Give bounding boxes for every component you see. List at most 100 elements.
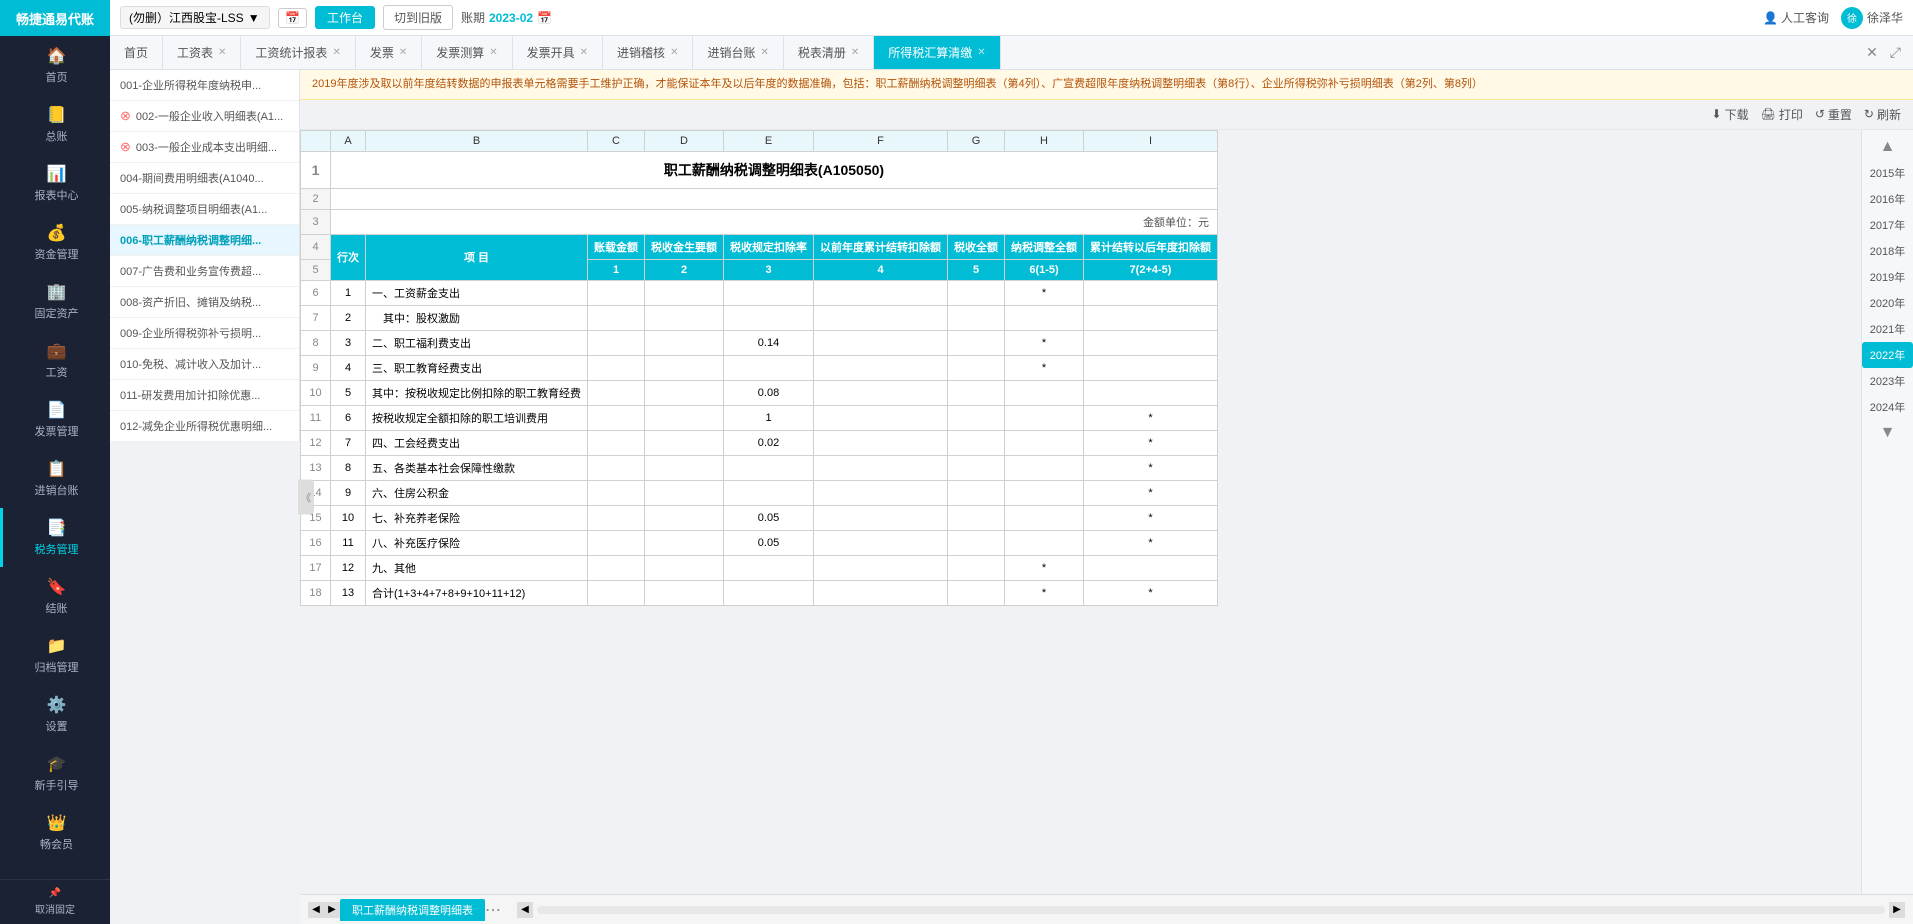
hscroll-left[interactable]: ◀ bbox=[517, 902, 533, 918]
close-tab-income-tax[interactable]: ✕ bbox=[977, 47, 985, 58]
left-panel-wrapper: 001-企业所得税年度纳税申... ⊗ 002-一般企业收入明细表(A1... … bbox=[110, 70, 300, 924]
close-tab-invoice[interactable]: ✕ bbox=[399, 47, 407, 58]
left-panel-item-008[interactable]: 008-资产折旧、摊销及纳税... bbox=[110, 287, 299, 318]
close-tab-invoice-issue[interactable]: ✕ bbox=[580, 47, 588, 58]
header-row-1: 4 行次 项 目 账载金额 税收金生要额 税收规定扣除率 以前年度累计结转扣除额… bbox=[301, 234, 1218, 259]
sidebar-item-reports[interactable]: 📊 报表中心 bbox=[0, 154, 110, 213]
tab-check[interactable]: 进销稽核 ✕ bbox=[603, 36, 693, 70]
sidebar-item-salary[interactable]: 💼 工资 bbox=[0, 331, 110, 390]
workspace-btn[interactable]: 工作台 bbox=[315, 6, 375, 29]
sheet-options-btn[interactable]: ⋯ bbox=[485, 900, 501, 920]
table-row: 13 8 五、各类基本社会保障性缴款 * bbox=[301, 455, 1218, 480]
table-wrapper[interactable]: A B C D E F G H I bbox=[300, 130, 1861, 895]
left-panel-item-005[interactable]: 005-纳税调整项目明细表(A1... bbox=[110, 194, 299, 225]
year-2018[interactable]: 2018年 bbox=[1862, 238, 1913, 264]
tab-home[interactable]: 首页 bbox=[110, 36, 163, 70]
sidebar-item-assets[interactable]: 🏢 固定资产 bbox=[0, 272, 110, 331]
left-panel-item-010[interactable]: 010-免税、减计收入及加计... bbox=[110, 349, 299, 380]
left-panel-item-009[interactable]: 009-企业所得税弥补亏损明... bbox=[110, 318, 299, 349]
hscroll-right[interactable]: ▶ bbox=[1889, 902, 1905, 918]
sheet-scroll-left[interactable]: ◀ bbox=[308, 902, 324, 918]
close-tab-salary[interactable]: ✕ bbox=[218, 47, 226, 58]
left-panel-item-011[interactable]: 011-研发费用加计扣除优惠... bbox=[110, 380, 299, 411]
sidebar-item-sales[interactable]: 📋 进销台账 bbox=[0, 449, 110, 508]
tab-invoice[interactable]: 发票 ✕ bbox=[356, 36, 422, 70]
sidebar-item-home[interactable]: 🏠 首页 bbox=[0, 36, 110, 95]
company-selector[interactable]: (勿删）江西股宝-LSS ▼ bbox=[120, 6, 270, 29]
service-btn[interactable]: 👤 人工客询 bbox=[1763, 9, 1829, 26]
year-2017[interactable]: 2017年 bbox=[1862, 212, 1913, 238]
year-2019[interactable]: 2019年 bbox=[1862, 264, 1913, 290]
left-panel-item-001[interactable]: 001-企业所得税年度纳税申... bbox=[110, 70, 299, 101]
switch-btn[interactable]: 切到旧版 bbox=[383, 5, 453, 30]
reset-icon: ↺ bbox=[1815, 107, 1825, 121]
left-panel-item-006[interactable]: 006-职工薪酬纳税调整明细... bbox=[110, 225, 299, 256]
print-btn[interactable]: 🖨 打印 bbox=[1761, 106, 1803, 123]
close-tab-check[interactable]: ✕ bbox=[670, 47, 678, 58]
bottom-sheet-tab[interactable]: 职工薪酬纳税调整明细表 bbox=[340, 899, 485, 921]
year-nav-down[interactable]: ▼ bbox=[1876, 420, 1900, 446]
sidebar-item-settings[interactable]: ⚙️ 设置 bbox=[0, 685, 110, 744]
collapse-panel-btn[interactable]: 《 bbox=[298, 480, 314, 515]
refresh-icon: ↻ bbox=[1864, 107, 1874, 121]
close-tab-salary-report[interactable]: ✕ bbox=[332, 47, 340, 58]
left-panel-item-004[interactable]: 004-期间费用明细表(A1040... bbox=[110, 163, 299, 194]
year-2024[interactable]: 2024年 bbox=[1862, 394, 1913, 420]
left-panel-item-003[interactable]: ⊗ 003-一般企业成本支出明细... bbox=[110, 132, 299, 163]
avatar: 徐 bbox=[1841, 7, 1863, 29]
sub-col-6: 6(1-5) bbox=[1005, 259, 1084, 280]
refresh-btn[interactable]: ↻ 刷新 bbox=[1864, 106, 1901, 123]
year-2021[interactable]: 2021年 bbox=[1862, 316, 1913, 342]
tab-invoice-issue[interactable]: 发票开具 ✕ bbox=[513, 36, 603, 70]
row-3: 3 金额单位：元 bbox=[301, 209, 1218, 234]
tab-invoice-calc[interactable]: 发票测算 ✕ bbox=[422, 36, 512, 70]
year-2023[interactable]: 2023年 bbox=[1862, 368, 1913, 394]
year-2016[interactable]: 2016年 bbox=[1862, 186, 1913, 212]
table-row: 15 10 七、补充养老保险 0.05 * bbox=[301, 505, 1218, 530]
year-nav-up[interactable]: ▲ bbox=[1876, 134, 1900, 160]
tab-salary[interactable]: 工资表 ✕ bbox=[163, 36, 241, 70]
maximize-tab-btn[interactable]: ⤢ bbox=[1886, 42, 1905, 63]
sidebar-item-archive[interactable]: 📁 归档管理 bbox=[0, 626, 110, 685]
error-dot-003: ⊗ bbox=[120, 139, 131, 155]
table-row: 9 4 三、职工教育经费支出 * bbox=[301, 355, 1218, 380]
download-btn[interactable]: ⬇ 下载 bbox=[1712, 106, 1749, 123]
sidebar-item-tax[interactable]: 📑 税务管理 bbox=[0, 508, 110, 567]
cancel-fixed[interactable]: 📌 取消固定 bbox=[0, 879, 110, 924]
col-header-G: G bbox=[948, 130, 1005, 151]
sidebar-item-settle[interactable]: 🔖 结账 bbox=[0, 567, 110, 626]
sheet-scroll-right[interactable]: ▶ bbox=[324, 902, 340, 918]
year-2020[interactable]: 2020年 bbox=[1862, 290, 1913, 316]
finance-icon: 💰 bbox=[47, 223, 67, 243]
left-panel-item-012[interactable]: 012-减免企业所得税优惠明细... bbox=[110, 411, 299, 442]
col-header-rownum bbox=[301, 130, 331, 151]
tab-tax-list[interactable]: 税表清册 ✕ bbox=[784, 36, 874, 70]
close-tab-tax-list[interactable]: ✕ bbox=[851, 47, 859, 58]
year-2022[interactable]: 2022年 bbox=[1862, 342, 1913, 368]
calendar-btn[interactable]: 📅 bbox=[278, 8, 307, 28]
year-2015[interactable]: 2015年 bbox=[1862, 160, 1913, 186]
tab-income-tax[interactable]: 所得税汇算清缴 ✕ bbox=[874, 36, 1000, 70]
sidebar-item-guide[interactable]: 🎓 新手引导 bbox=[0, 744, 110, 803]
sidebar-item-ledger[interactable]: 📒 总账 bbox=[0, 95, 110, 154]
ledger-icon: 📒 bbox=[47, 105, 67, 125]
tab-ledger[interactable]: 进销台账 ✕ bbox=[693, 36, 783, 70]
reset-btn[interactable]: ↺ 重置 bbox=[1815, 106, 1852, 123]
close-all-tabs-btn[interactable]: ✕ bbox=[1862, 42, 1882, 63]
sidebar-item-vip[interactable]: 👑 畅会员 bbox=[0, 803, 110, 862]
col-1-header: 账载金额 bbox=[588, 234, 645, 259]
empty-row-2 bbox=[331, 188, 1218, 209]
service-icon: 👤 bbox=[1763, 11, 1778, 25]
period-calendar-icon[interactable]: 📅 bbox=[537, 11, 552, 25]
body-area: 001-企业所得税年度纳税申... ⊗ 002-一般企业收入明细表(A1... … bbox=[110, 70, 1913, 924]
close-tab-ledger[interactable]: ✕ bbox=[760, 47, 768, 58]
sidebar-item-finance[interactable]: 💰 资金管理 bbox=[0, 213, 110, 272]
user-profile[interactable]: 徐 徐泽华 bbox=[1841, 7, 1903, 29]
sidebar-item-invoice[interactable]: 📄 发票管理 bbox=[0, 390, 110, 449]
tab-salary-report[interactable]: 工资统计报表 ✕ bbox=[241, 36, 355, 70]
main-area: 2019年度涉及取以前年度结转数据的申报表单元格需要手工维护正确，才能保证本年及… bbox=[300, 70, 1913, 924]
hscroll-track[interactable] bbox=[537, 906, 1885, 914]
left-panel-item-002[interactable]: ⊗ 002-一般企业收入明细表(A1... bbox=[110, 101, 299, 132]
close-tab-invoice-calc[interactable]: ✕ bbox=[489, 47, 497, 58]
left-panel-item-007[interactable]: 007-广告费和业务宣传费超... bbox=[110, 256, 299, 287]
